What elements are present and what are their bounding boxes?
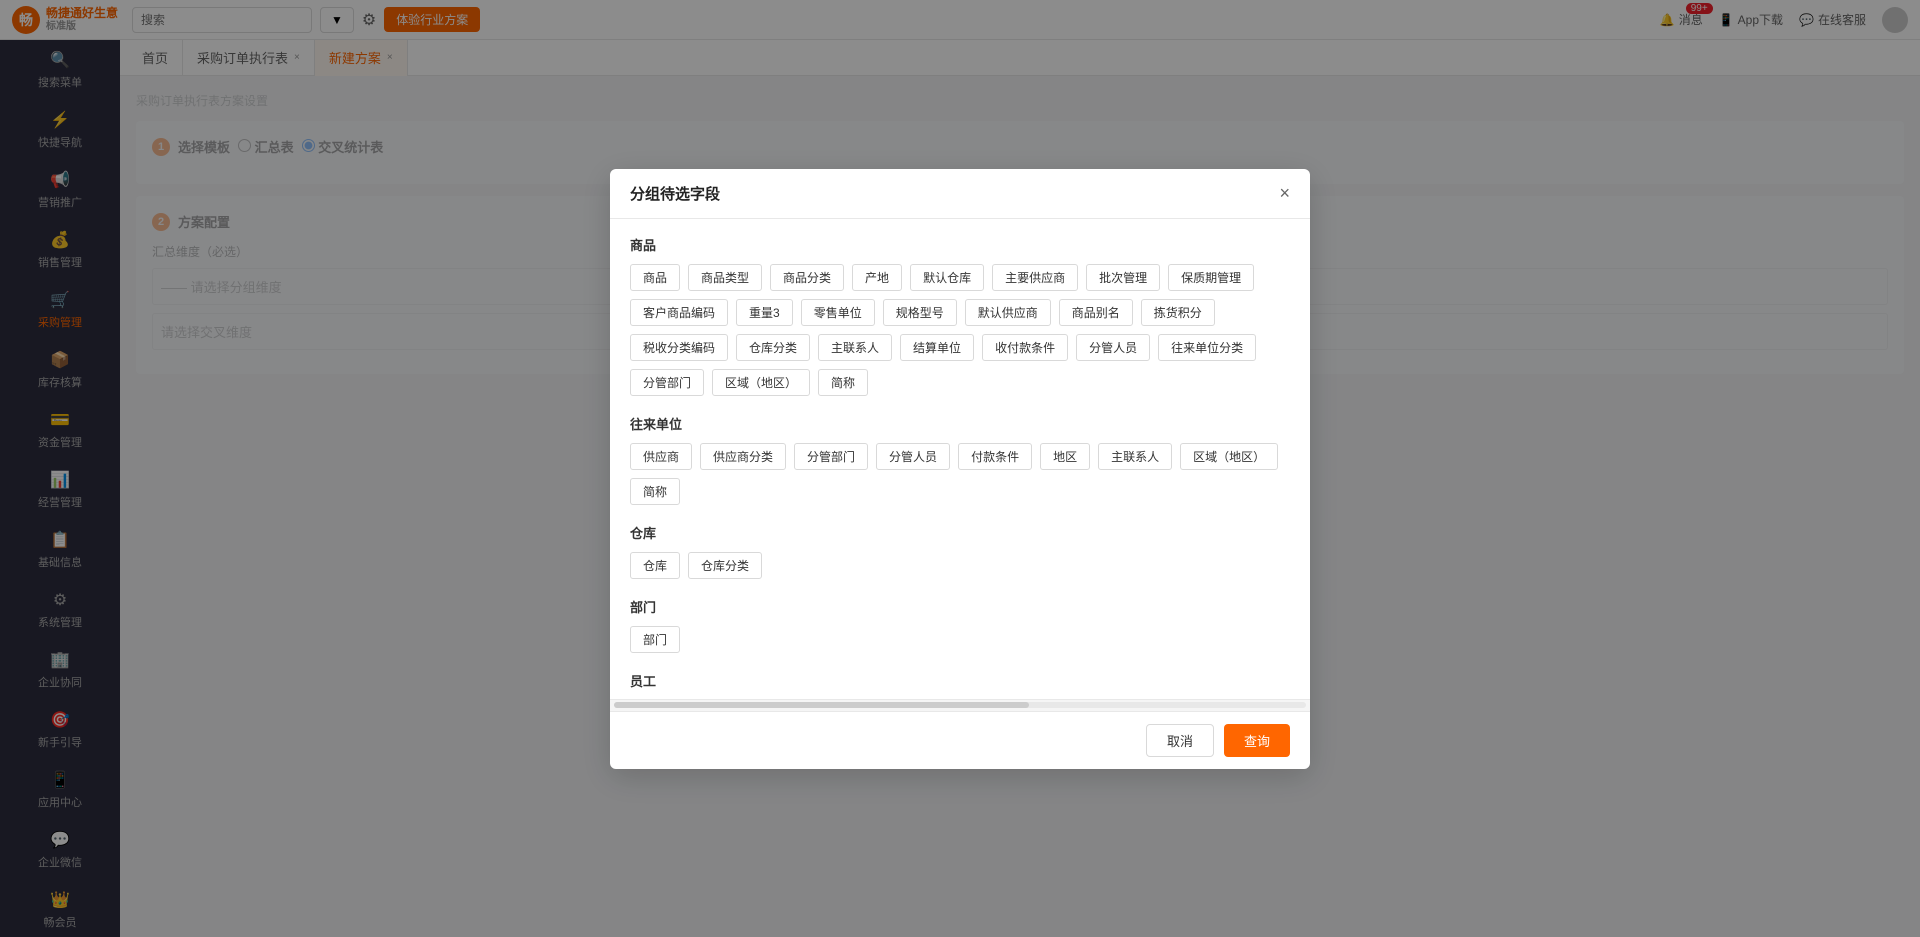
field-tag-counterpart-分管部门[interactable]: 分管部门 [794,443,868,470]
modal-header: 分组待选字段 × [610,169,1310,219]
modal-close-btn[interactable]: × [1279,184,1290,202]
field-tag-department-部门[interactable]: 部门 [630,626,680,653]
field-tag-counterpart-供应商分类[interactable]: 供应商分类 [700,443,786,470]
field-tag-goods-批次管理[interactable]: 批次管理 [1086,264,1160,291]
field-tag-goods-分管人员[interactable]: 分管人员 [1076,334,1150,361]
field-tag-goods-税收分类编码[interactable]: 税收分类编码 [630,334,728,361]
field-tag-counterpart-供应商[interactable]: 供应商 [630,443,692,470]
field-tag-goods-区域地区[interactable]: 区域（地区） [712,369,810,396]
field-tag-counterpart-付款条件[interactable]: 付款条件 [958,443,1032,470]
field-tag-counterpart-主联系人[interactable]: 主联系人 [1098,443,1172,470]
field-tag-goods-商品[interactable]: 商品 [630,264,680,291]
field-tag-goods-规格型号[interactable]: 规格型号 [883,299,957,326]
field-tag-goods-重量3[interactable]: 重量3 [736,299,793,326]
modal-horizontal-scrollbar[interactable] [610,699,1310,711]
field-tag-goods-默认供应商[interactable]: 默认供应商 [965,299,1051,326]
modal-footer: 取消 查询 [610,711,1310,769]
modal: 分组待选字段 × 商品 商品 商品类型 商品分类 产地 默认仓库 主要供应商 批… [610,169,1310,769]
field-tag-goods-主要供应商[interactable]: 主要供应商 [992,264,1078,291]
field-tag-goods-仓库分类[interactable]: 仓库分类 [736,334,810,361]
scrollbar-track [614,702,1306,708]
field-tags-goods: 商品 商品类型 商品分类 产地 默认仓库 主要供应商 批次管理 保质期管理 客户… [630,264,1290,396]
field-tag-counterpart-分管人员[interactable]: 分管人员 [876,443,950,470]
field-group-warehouse: 仓库 仓库 仓库分类 [630,523,1290,579]
scrollbar-thumb[interactable] [614,702,1029,708]
field-tag-counterpart-简称[interactable]: 简称 [630,478,680,505]
field-tag-warehouse-仓库[interactable]: 仓库 [630,552,680,579]
field-group-goods-title: 商品 [630,235,1290,254]
field-tag-counterpart-区域地区[interactable]: 区域（地区） [1180,443,1278,470]
field-tag-counterpart-地区[interactable]: 地区 [1040,443,1090,470]
field-tags-counterpart: 供应商 供应商分类 分管部门 分管人员 付款条件 地区 主联系人 区域（地区） … [630,443,1290,505]
field-tag-goods-客户商品编码[interactable]: 客户商品编码 [630,299,728,326]
field-group-goods: 商品 商品 商品类型 商品分类 产地 默认仓库 主要供应商 批次管理 保质期管理… [630,235,1290,396]
modal-cancel-btn[interactable]: 取消 [1146,724,1214,757]
field-tag-goods-商品类型[interactable]: 商品类型 [688,264,762,291]
field-tag-goods-产地[interactable]: 产地 [852,264,902,291]
field-tag-goods-收付款条件[interactable]: 收付款条件 [982,334,1068,361]
field-tag-goods-商品分类[interactable]: 商品分类 [770,264,844,291]
field-group-counterpart: 往来单位 供应商 供应商分类 分管部门 分管人员 付款条件 地区 主联系人 区域… [630,414,1290,505]
field-tag-goods-主联系人[interactable]: 主联系人 [818,334,892,361]
field-tag-goods-拣货积分[interactable]: 拣货积分 [1141,299,1215,326]
field-group-employee-title: 员工 [630,671,1290,690]
field-tag-goods-默认仓库[interactable]: 默认仓库 [910,264,984,291]
field-tag-goods-商品别名[interactable]: 商品别名 [1059,299,1133,326]
modal-title: 分组待选字段 [630,183,720,204]
field-tags-warehouse: 仓库 仓库分类 [630,552,1290,579]
field-tags-department: 部门 [630,626,1290,653]
field-group-warehouse-title: 仓库 [630,523,1290,542]
modal-body: 商品 商品 商品类型 商品分类 产地 默认仓库 主要供应商 批次管理 保质期管理… [610,219,1310,699]
field-group-counterpart-title: 往来单位 [630,414,1290,433]
field-tag-goods-零售单位[interactable]: 零售单位 [801,299,875,326]
field-tag-goods-简称[interactable]: 简称 [818,369,868,396]
field-tag-warehouse-仓库分类[interactable]: 仓库分类 [688,552,762,579]
field-tag-goods-结算单位[interactable]: 结算单位 [900,334,974,361]
field-tag-goods-保质期管理[interactable]: 保质期管理 [1168,264,1254,291]
field-tag-goods-往来单位分类[interactable]: 往来单位分类 [1158,334,1256,361]
field-group-department: 部门 部门 [630,597,1290,653]
field-group-employee: 员工 业务员 [630,671,1290,699]
field-group-department-title: 部门 [630,597,1290,616]
field-tag-goods-分管部门[interactable]: 分管部门 [630,369,704,396]
modal-confirm-btn[interactable]: 查询 [1224,724,1290,757]
